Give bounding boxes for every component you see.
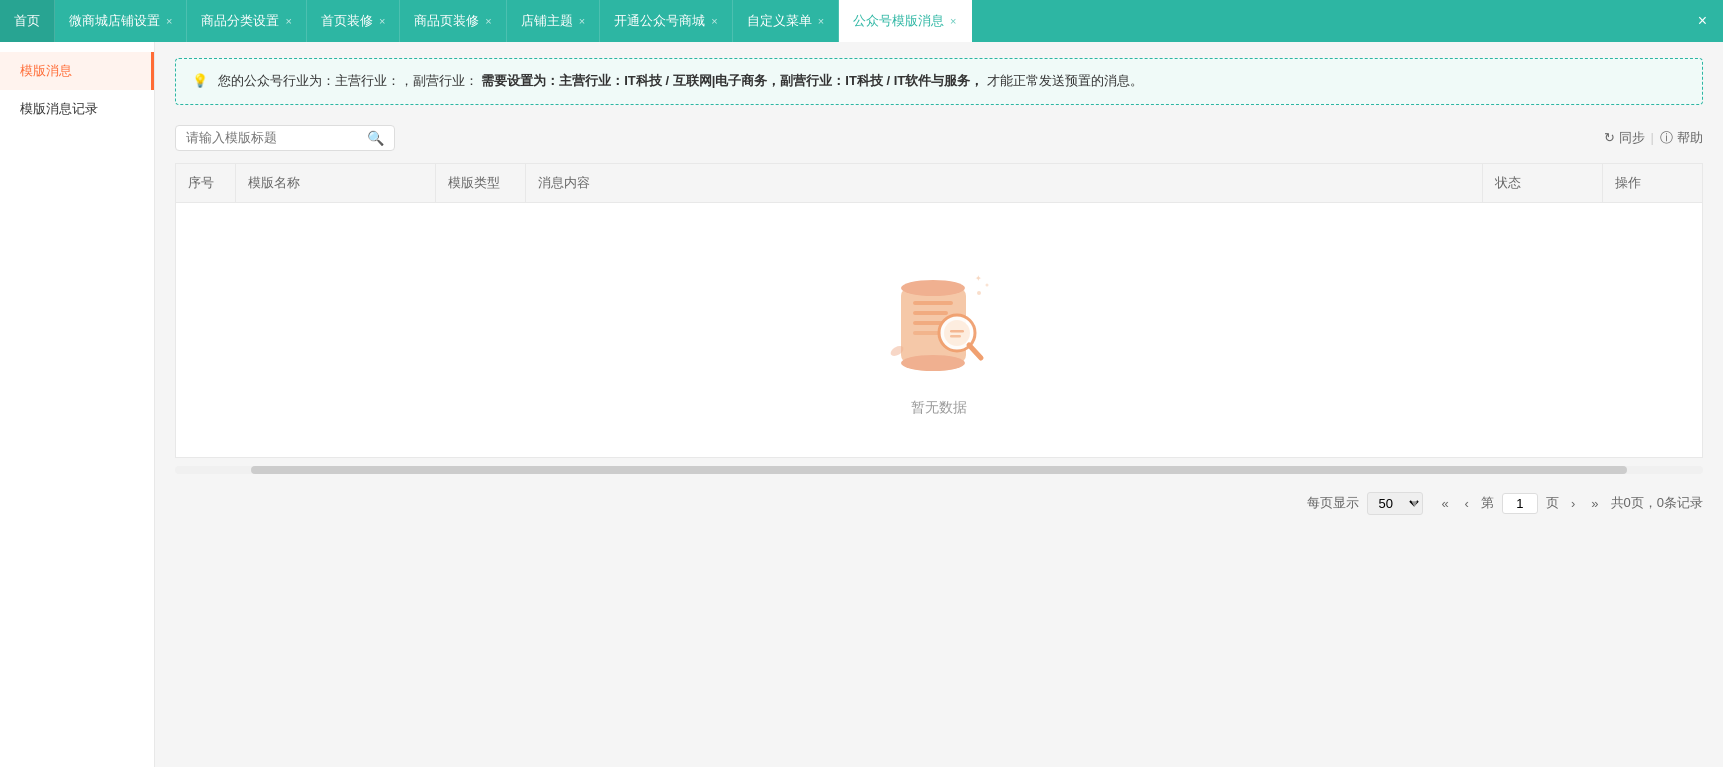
page-size-label: 每页显示 <box>1307 494 1359 512</box>
nav-tab-shop-theme[interactable]: 店铺主题 × <box>507 0 600 42</box>
svg-point-14 <box>986 283 989 286</box>
page-number-input[interactable] <box>1502 493 1538 514</box>
sync-icon: ↻ <box>1604 130 1615 145</box>
svg-rect-12 <box>950 335 961 338</box>
last-page-button[interactable]: » <box>1587 494 1602 513</box>
svg-point-9 <box>944 320 970 346</box>
empty-illustration: ✦ <box>879 263 999 383</box>
col-index: 序号 <box>176 163 236 202</box>
col-type: 模版类型 <box>436 163 526 202</box>
horizontal-scrollbar[interactable] <box>175 466 1703 474</box>
notice-highlight: 需要设置为：主营行业：IT科技 / 互联网|电子商务，副营行业：IT科技 / I… <box>481 73 983 88</box>
svg-point-13 <box>977 291 981 295</box>
close-tab-shop-theme[interactable]: × <box>579 15 585 27</box>
notice-box: 💡 您的公众号行业为：主营行业：，副营行业： 需要设置为：主营行业：IT科技 /… <box>175 58 1703 105</box>
table-header-row: 序号 模版名称 模版类型 消息内容 状态 操作 <box>176 163 1703 202</box>
sync-button[interactable]: ↻ 同步 <box>1604 129 1645 147</box>
col-content: 消息内容 <box>526 163 1483 202</box>
nav-tab-home[interactable]: 首页 <box>0 0 55 42</box>
sidebar: 模版消息 模版消息记录 <box>0 42 155 767</box>
toolbar-right: ↻ 同步 | ⓘ 帮助 <box>1604 129 1703 147</box>
close-tab-custom-menu[interactable]: × <box>818 15 824 27</box>
total-label: 共0页，0条记录 <box>1611 494 1703 512</box>
col-status: 状态 <box>1483 163 1603 202</box>
close-tab-home-decor[interactable]: × <box>379 15 385 27</box>
toolbar-divider: | <box>1651 130 1654 145</box>
first-page-button[interactable]: « <box>1437 494 1452 513</box>
svg-point-3 <box>901 355 965 371</box>
svg-text:✦: ✦ <box>975 274 982 283</box>
toolbar: 🔍 ↻ 同步 | ⓘ 帮助 <box>175 125 1703 151</box>
search-icon[interactable]: 🔍 <box>367 130 384 146</box>
close-tab-product-decor[interactable]: × <box>485 15 491 27</box>
nav-tab-open-mall[interactable]: 开通公众号商城 × <box>600 0 732 42</box>
close-all-button[interactable]: × <box>1682 12 1723 30</box>
sidebar-item-template-msg[interactable]: 模版消息 <box>0 52 154 90</box>
empty-text: 暂无数据 <box>176 399 1702 417</box>
help-icon: ⓘ <box>1660 129 1673 147</box>
svg-line-10 <box>969 345 981 358</box>
search-box: 🔍 <box>175 125 395 151</box>
sidebar-item-template-msg-log[interactable]: 模版消息记录 <box>0 90 154 128</box>
search-input[interactable] <box>186 130 363 145</box>
nav-tab-home-decor[interactable]: 首页装修 × <box>307 0 400 42</box>
data-table: 序号 模版名称 模版类型 消息内容 状态 操作 <box>175 163 1703 458</box>
svg-rect-4 <box>913 301 953 305</box>
top-nav: 首页 微商城店铺设置 × 商品分类设置 × 首页装修 × 商品页装修 × 店铺主… <box>0 0 1723 42</box>
nav-tab-product-category[interactable]: 商品分类设置 × <box>187 0 306 42</box>
empty-row: ✦ 暂无数据 <box>176 202 1703 457</box>
prev-page-button[interactable]: ‹ <box>1461 494 1473 513</box>
col-action: 操作 <box>1603 163 1703 202</box>
nav-tab-shop-settings[interactable]: 微商城店铺设置 × <box>55 0 187 42</box>
close-tab-open-mall[interactable]: × <box>711 15 717 27</box>
close-tab-template-msg[interactable]: × <box>950 15 956 27</box>
empty-state: ✦ 暂无数据 <box>176 203 1702 457</box>
close-tab-shop-settings[interactable]: × <box>166 15 172 27</box>
col-name: 模版名称 <box>236 163 436 202</box>
next-page-button[interactable]: › <box>1567 494 1579 513</box>
svg-rect-5 <box>913 311 948 315</box>
svg-rect-11 <box>950 330 964 333</box>
notice-icon: 💡 <box>192 73 208 88</box>
page-unit: 页 <box>1546 494 1559 512</box>
nav-tab-product-decor[interactable]: 商品页装修 × <box>400 0 506 42</box>
pagination: 每页显示 50 10 20 100 ▼ « ‹ 第 页 › » 共0页，0条记录 <box>175 482 1703 525</box>
close-tab-product-category[interactable]: × <box>285 15 291 27</box>
nav-tab-template-msg[interactable]: 公众号模版消息 × <box>839 0 971 42</box>
nav-tab-custom-menu[interactable]: 自定义菜单 × <box>733 0 839 42</box>
page-label: 第 <box>1481 494 1494 512</box>
page-size-select[interactable]: 50 10 20 100 <box>1367 492 1423 515</box>
content-area: 💡 您的公众号行业为：主营行业：，副营行业： 需要设置为：主营行业：IT科技 /… <box>155 42 1723 767</box>
scrollbar-thumb[interactable] <box>251 466 1626 474</box>
svg-point-2 <box>901 280 965 296</box>
main-layout: 模版消息 模版消息记录 💡 您的公众号行业为：主营行业：，副营行业： 需要设置为… <box>0 42 1723 767</box>
help-button[interactable]: ⓘ 帮助 <box>1660 129 1703 147</box>
